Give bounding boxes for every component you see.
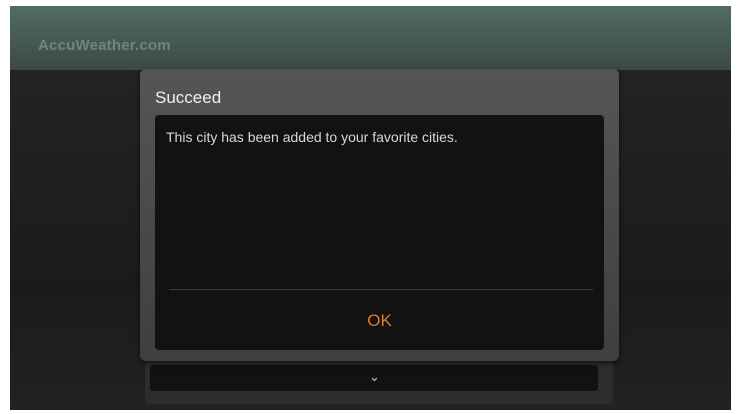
dialog-divider <box>169 289 593 290</box>
chevron-down-icon[interactable]: ⌄ <box>369 370 380 384</box>
tv-screen: AccuWeather.com ⌄ Succeed This city has … <box>10 6 731 410</box>
header-bar: AccuWeather.com <box>10 6 731 70</box>
success-dialog: Succeed This city has been added to your… <box>140 69 619 361</box>
dialog-title: Succeed <box>155 88 222 107</box>
accuweather-logo: AccuWeather.com <box>38 37 171 54</box>
ok-button[interactable]: OK <box>155 305 604 337</box>
dialog-body: This city has been added to your favorit… <box>155 115 604 350</box>
dialog-message: This city has been added to your favorit… <box>166 129 458 145</box>
